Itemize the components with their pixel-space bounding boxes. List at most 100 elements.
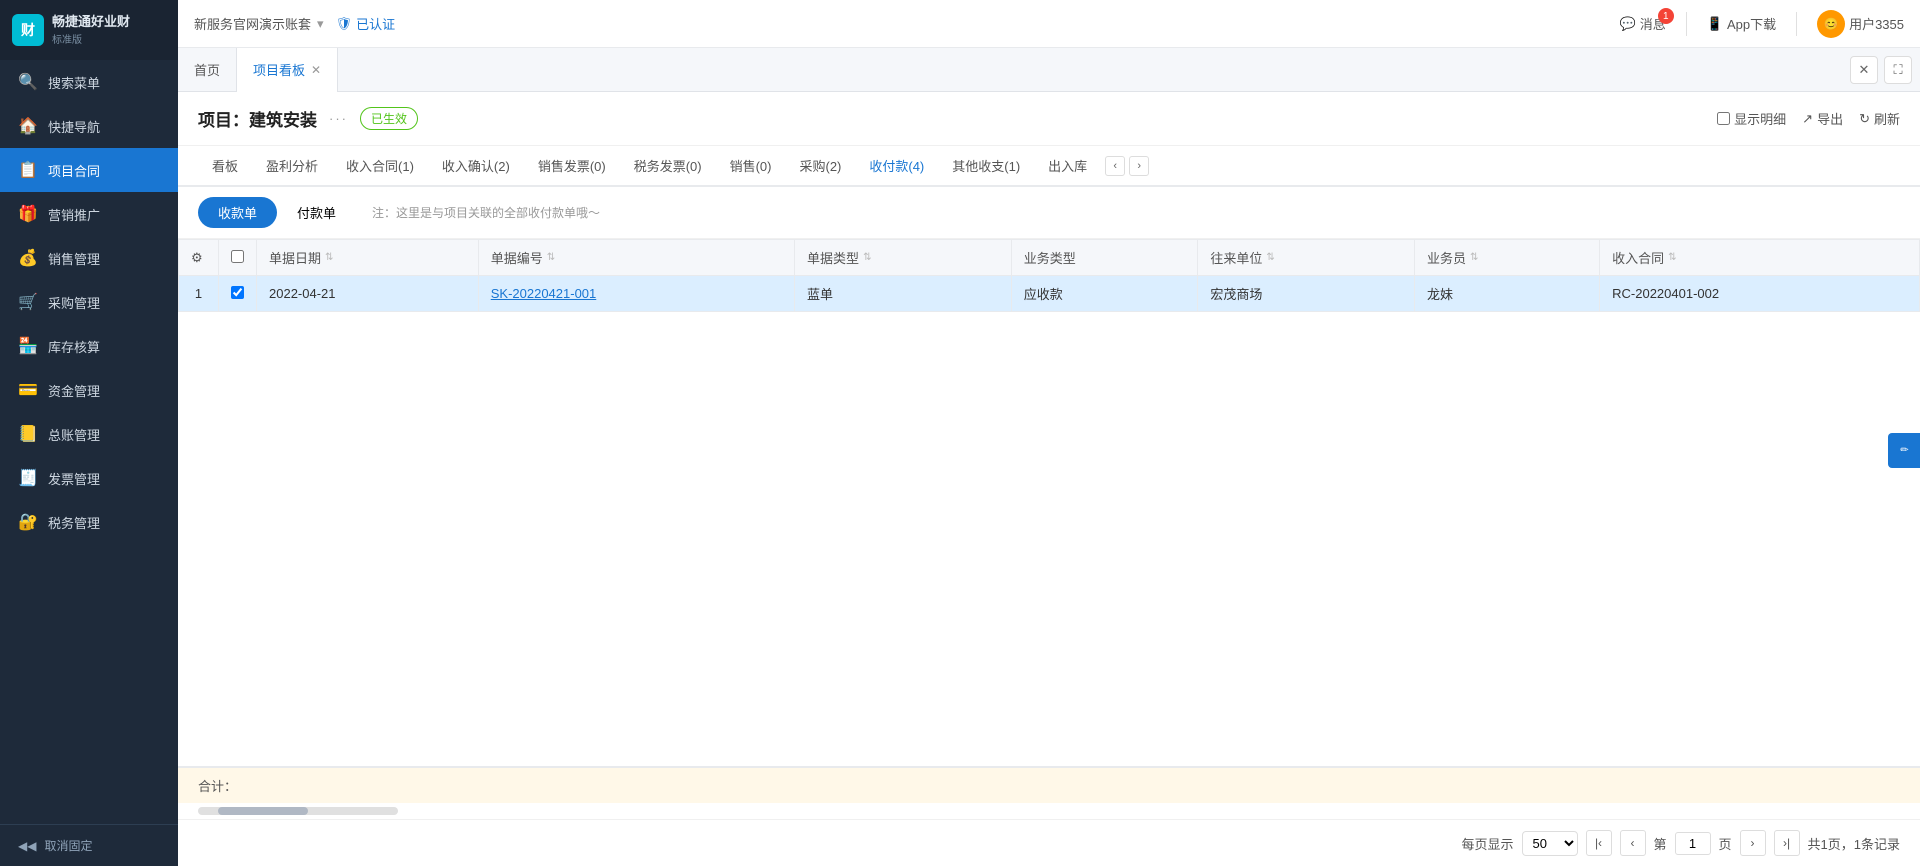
topbar-right: 💬 消息 1 📱 App下载 😊 用户3355	[1620, 10, 1904, 38]
tax-icon: 🔐	[18, 512, 38, 532]
refresh-icon: ↻	[1859, 111, 1870, 127]
th-type[interactable]: 单据类型 ⇅	[795, 240, 1012, 276]
subtabs: 看板 盈利分析 收入合同(1) 收入确认(2) 销售发票(0) 税务发票(0) …	[178, 146, 1920, 187]
tab-home[interactable]: 首页	[178, 48, 237, 92]
subtab-sales[interactable]: 销售(0)	[716, 146, 786, 187]
sidebar-item-sales[interactable]: 💰 销售管理	[0, 236, 178, 280]
app-logo: 财	[12, 14, 44, 46]
subtab-tax-invoice[interactable]: 税务发票(0)	[620, 146, 716, 187]
th-gear[interactable]: ⚙	[179, 240, 219, 276]
project-icon: 📋	[18, 160, 38, 180]
sidebar-item-project[interactable]: 📋 项目合同	[0, 148, 178, 192]
th-contract[interactable]: 收入合同 ⇅	[1600, 240, 1920, 276]
card-icon: 💳	[18, 380, 38, 400]
sort-icon-number: ⇅	[547, 252, 555, 263]
sidebar-item-search[interactable]: 🔍 搜索菜单	[0, 60, 178, 104]
export-icon: ↗	[1802, 111, 1813, 127]
subtab-kanban[interactable]: 看板	[198, 146, 252, 187]
more-options-button[interactable]: ···	[329, 111, 348, 126]
sidebar-item-tax[interactable]: 🔐 税务管理	[0, 500, 178, 544]
expand-button[interactable]: ⛶	[1884, 56, 1912, 84]
prev-page-button[interactable]: ‹	[1620, 830, 1646, 856]
sidebar-item-finance[interactable]: 💳 资金管理	[0, 368, 178, 412]
total-label: 合计：	[198, 779, 237, 794]
sidebar-item-purchase[interactable]: 🛒 采购管理	[0, 280, 178, 324]
scrollbar-row	[178, 803, 1920, 819]
row-checkbox[interactable]	[231, 286, 244, 299]
inner-note: 注：这里是与项目关联的全部收付款单哦～	[372, 204, 600, 221]
page-unit: 页	[1719, 834, 1732, 853]
export-button[interactable]: ↗ 导出	[1802, 109, 1843, 128]
subtab-sales-invoice[interactable]: 销售发票(0)	[524, 146, 620, 187]
subtab-payment[interactable]: 收付款(4)	[855, 146, 938, 187]
project-header: 项目：建筑安装 ··· 已生效 显示明细 ↗ 导出 ↻ 刷新	[178, 92, 1920, 146]
th-number[interactable]: 单据编号 ⇅	[478, 240, 794, 276]
page-input[interactable]	[1675, 832, 1711, 855]
sidebar-unpin[interactable]: ◀◀ 取消固定	[0, 824, 178, 866]
cell-contract: RC-20220401-002	[1600, 276, 1920, 312]
message-button[interactable]: 💬 消息 1	[1620, 14, 1666, 33]
show-detail-checkbox[interactable]: 显示明细	[1717, 109, 1786, 128]
project-name: 新服务官网演示账套	[194, 14, 311, 33]
tab-close-icon[interactable]: ✕	[311, 63, 321, 77]
page-size-label: 每页显示	[1461, 834, 1513, 853]
sidebar-item-quicknav[interactable]: 🏠 快捷导航	[0, 104, 178, 148]
cell-checkbox[interactable]	[219, 276, 257, 312]
app-download-button[interactable]: 📱 App下载	[1707, 14, 1776, 33]
project-selector[interactable]: 新服务官网演示账套 ▾	[194, 14, 324, 33]
store-icon: 🏪	[18, 336, 38, 356]
sidebar-item-invoice[interactable]: 🧾 发票管理	[0, 456, 178, 500]
message-badge: 1	[1658, 8, 1674, 24]
scrollbar-thumb[interactable]	[218, 807, 308, 815]
subtab-prev-button[interactable]: ‹	[1105, 156, 1125, 176]
subtab-income-confirm[interactable]: 收入确认(2)	[428, 146, 524, 187]
subtab-next-button[interactable]: ›	[1129, 156, 1149, 176]
chevron-down-icon: ▾	[317, 16, 324, 32]
tabsbar-actions: ✕ ⛶	[1850, 56, 1912, 84]
subtab-inout[interactable]: 出入库	[1034, 146, 1101, 187]
cell-biz-type: 应收款	[1011, 276, 1198, 312]
subtab-income-contract[interactable]: 收入合同(1)	[332, 146, 428, 187]
pin-icon: ◀◀	[18, 839, 36, 853]
table-footer: 合计：	[178, 766, 1920, 803]
first-page-button[interactable]: |‹	[1586, 830, 1612, 856]
page-label: 第	[1654, 834, 1667, 853]
page-size-select[interactable]: 50 20 100	[1522, 831, 1578, 856]
table-body: 1 2022-04-21 SK-20220421-001 蓝单 应收款 宏茂商场…	[179, 276, 1920, 312]
sidebar-item-inventory[interactable]: 🏪 库存核算	[0, 324, 178, 368]
detail-checkbox-input[interactable]	[1717, 112, 1730, 125]
subtab-purchase[interactable]: 采购(2)	[785, 146, 855, 187]
th-checkbox	[219, 240, 257, 276]
th-company[interactable]: 往来单位 ⇅	[1198, 240, 1415, 276]
sidebar-item-marketing[interactable]: 🎁 营销推广	[0, 192, 178, 236]
avatar: 😊	[1817, 10, 1845, 38]
cell-number[interactable]: SK-20220421-001	[478, 276, 794, 312]
sort-icon-salesman: ⇅	[1470, 252, 1478, 263]
user-button[interactable]: 😊 用户3355	[1817, 10, 1904, 38]
horizontal-scrollbar[interactable]	[198, 807, 398, 815]
subtab-profit[interactable]: 盈利分析	[252, 146, 332, 187]
cell-company: 宏茂商场	[1198, 276, 1415, 312]
refresh-button[interactable]: ↻ 刷新	[1859, 109, 1900, 128]
inner-tab-payment[interactable]: 付款单	[277, 197, 356, 228]
close-all-button[interactable]: ✕	[1850, 56, 1878, 84]
th-salesman[interactable]: 业务员 ⇅	[1414, 240, 1599, 276]
floating-action-button[interactable]: ✏	[1888, 433, 1920, 468]
sort-icon-company: ⇅	[1266, 252, 1274, 263]
subtab-other[interactable]: 其他收支(1)	[938, 146, 1034, 187]
app-edition: 标准版	[52, 31, 130, 46]
select-all-checkbox[interactable]	[231, 250, 244, 263]
next-page-button[interactable]: ›	[1740, 830, 1766, 856]
table-header: ⚙ 单据日期 ⇅ 单据编号 ⇅	[179, 240, 1920, 276]
inner-tab-receipt[interactable]: 收款单	[198, 197, 277, 228]
th-date[interactable]: 单据日期 ⇅	[257, 240, 479, 276]
cell-index: 1	[179, 276, 219, 312]
tab-project-kanban[interactable]: 项目看板 ✕	[237, 48, 338, 92]
gift-icon: 🎁	[18, 204, 38, 224]
sidebar-item-ledger[interactable]: 📒 总账管理	[0, 412, 178, 456]
table-row[interactable]: 1 2022-04-21 SK-20220421-001 蓝单 应收款 宏茂商场…	[179, 276, 1920, 312]
tabsbar: 首页 项目看板 ✕ ✕ ⛶	[178, 48, 1920, 92]
table-wrap[interactable]: ⚙ 单据日期 ⇅ 单据编号 ⇅	[178, 239, 1920, 766]
last-page-button[interactable]: ›|	[1774, 830, 1800, 856]
divider2	[1796, 12, 1797, 36]
